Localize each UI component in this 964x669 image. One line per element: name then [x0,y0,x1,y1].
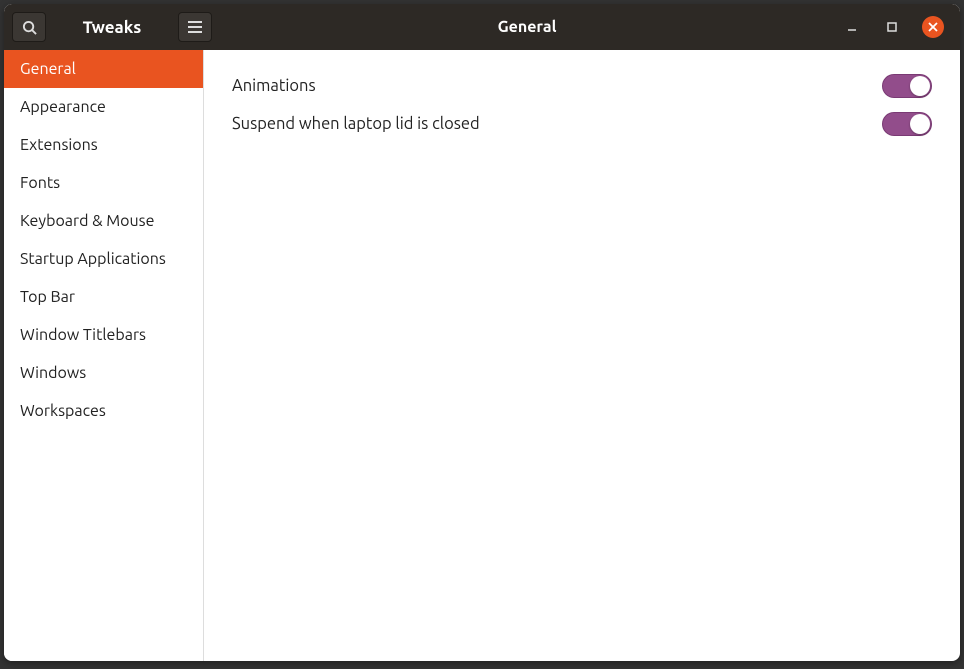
content-pane: Animations Suspend when laptop lid is cl… [204,50,960,661]
sidebar-item-label: General [20,60,76,78]
minimize-icon [847,22,857,32]
minimize-button[interactable] [842,17,862,37]
search-button[interactable] [12,12,46,42]
sidebar-item-label: Startup Applications [20,250,166,268]
sidebar-item-label: Appearance [20,98,106,116]
menu-button[interactable] [178,12,212,42]
app-title: Tweaks [46,18,178,37]
titlebar-left: Tweaks [12,12,212,42]
sidebar-item-label: Workspaces [20,402,106,420]
close-button[interactable] [922,16,944,38]
titlebar: Tweaks General [4,4,960,50]
sidebar-item-label: Extensions [20,136,98,154]
maximize-button[interactable] [882,17,902,37]
maximize-icon [887,22,897,32]
body: General Appearance Extensions Fonts Keyb… [4,50,960,661]
sidebar-item-windows[interactable]: Windows [4,354,203,392]
setting-label: Animations [232,77,316,95]
sidebar-item-top-bar[interactable]: Top Bar [4,278,203,316]
page-title: General [212,18,842,36]
sidebar-item-workspaces[interactable]: Workspaces [4,392,203,430]
switch-knob [910,114,930,134]
sidebar-item-label: Windows [20,364,86,382]
window-controls [842,16,952,38]
sidebar: General Appearance Extensions Fonts Keyb… [4,50,204,661]
sidebar-item-window-titlebars[interactable]: Window Titlebars [4,316,203,354]
search-icon [22,20,37,35]
suspend-lid-toggle[interactable] [882,112,932,136]
sidebar-item-fonts[interactable]: Fonts [4,164,203,202]
sidebar-item-startup-applications[interactable]: Startup Applications [4,240,203,278]
sidebar-item-appearance[interactable]: Appearance [4,88,203,126]
sidebar-item-label: Top Bar [20,288,75,306]
switch-knob [910,76,930,96]
setting-row-animations: Animations [232,70,932,102]
sidebar-item-keyboard-mouse[interactable]: Keyboard & Mouse [4,202,203,240]
sidebar-item-general[interactable]: General [4,50,203,88]
close-icon [928,22,938,32]
animations-toggle[interactable] [882,74,932,98]
setting-label: Suspend when laptop lid is closed [232,115,480,133]
sidebar-item-extensions[interactable]: Extensions [4,126,203,164]
sidebar-item-label: Fonts [20,174,60,192]
app-window: Tweaks General [4,4,960,661]
setting-row-suspend-lid: Suspend when laptop lid is closed [232,108,932,140]
sidebar-item-label: Keyboard & Mouse [20,212,154,230]
hamburger-icon [188,21,202,33]
sidebar-item-label: Window Titlebars [20,326,146,344]
